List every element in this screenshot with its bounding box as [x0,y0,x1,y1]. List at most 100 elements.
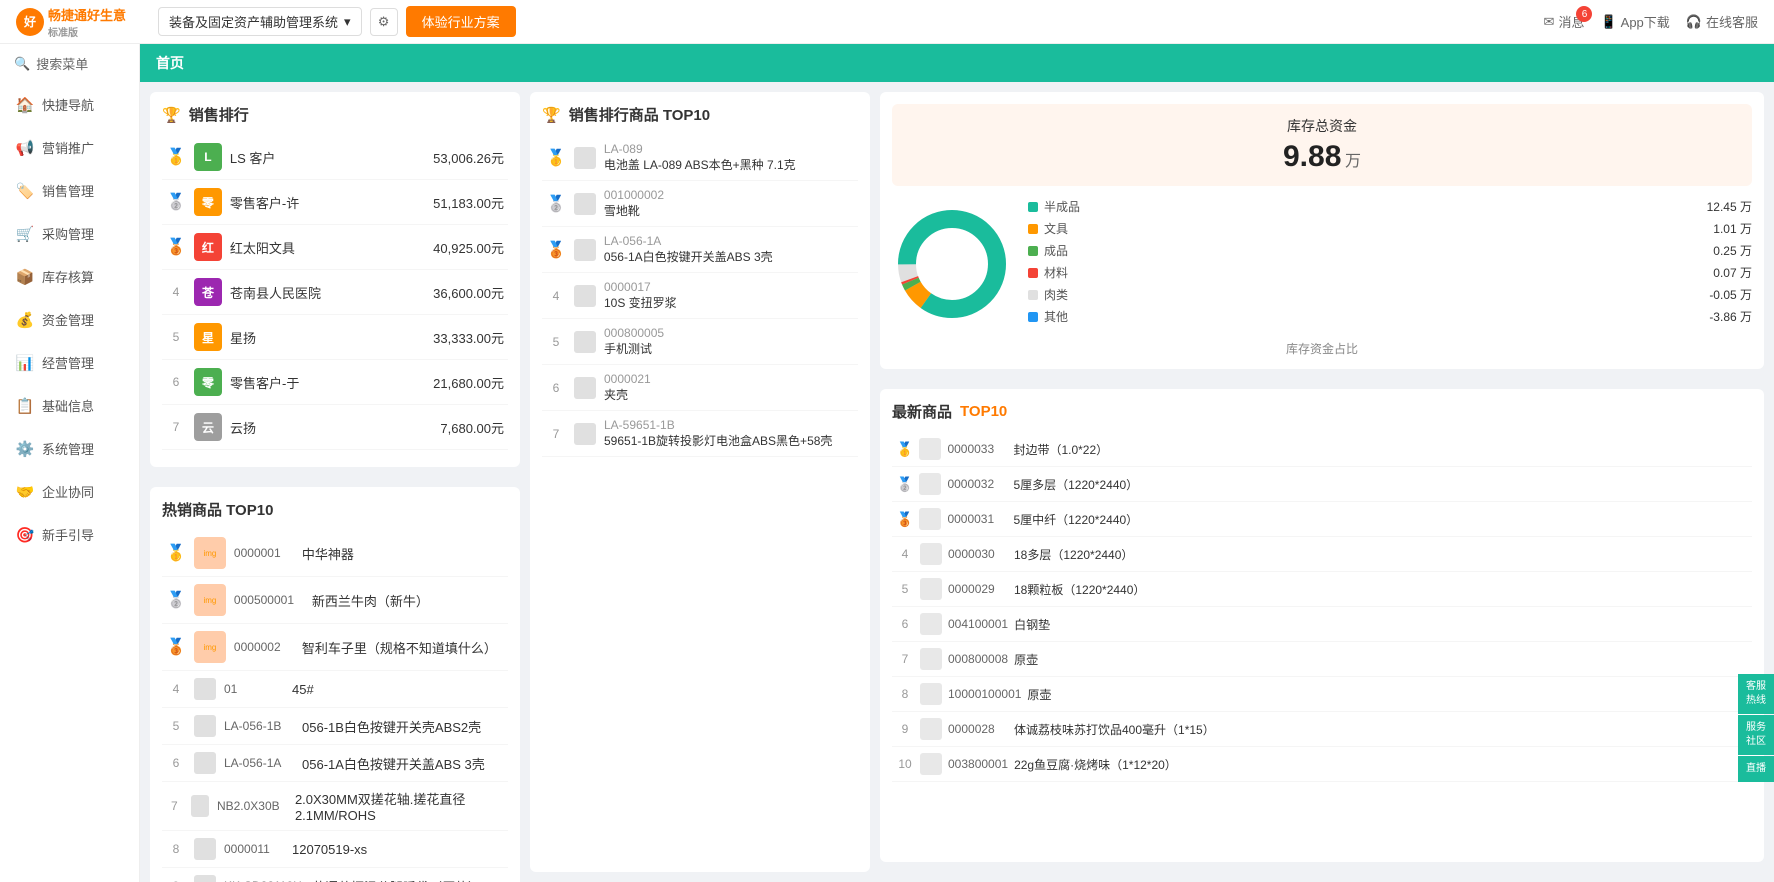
coop-icon: 🤝 [16,483,34,501]
latest-name-1: 封边带（1.0*22） [1013,441,1748,458]
trial-button[interactable]: 体验行业方案 [406,6,516,37]
float-service-btn[interactable]: 客服热线 [1738,674,1774,714]
medal-1: 🥇 [166,147,186,167]
main-layout: 🔍 搜索菜单 🏠 快捷导航 📢 营销推广 🏷️ 销售管理 🛒 采购管理 📦 库存… [0,44,1774,882]
hot-product-img-1: img [194,537,226,569]
latest-rank-5: 5 [896,582,914,596]
avatar-4: 苍 [194,278,222,306]
sidebar-item-operation[interactable]: 📊 经营管理 [0,341,139,384]
latest-name-4: 18多层（1220*2440） [1014,546,1748,563]
sold-img-1 [574,147,596,169]
avatar-5: 星 [194,323,222,351]
latest-item-2: 🥈 0000032 5厘多层（1220*2440） [892,467,1752,502]
sold-rank-4: 4 [546,289,566,303]
sold-products-card: 🏆 销售排行商品 TOP10 🥇 LA-089 电池盖 LA-089 ABS本色… [530,92,870,872]
rank-num-5: 5 [166,330,186,344]
avatar-3: 红 [194,233,222,261]
sidebar-item-purchase[interactable]: 🛒 采购管理 [0,212,139,255]
operation-icon: 📊 [16,354,34,372]
sidebar-item-sales[interactable]: 🏷️ 销售管理 [0,169,139,212]
sidebar-item-basic[interactable]: 📋 基础信息 [0,384,139,427]
customer-name-5: 星扬 [230,328,425,347]
inventory-icon: 📦 [16,268,34,286]
latest-code-2: 0000032 [947,477,1007,491]
latest-name-7: 原壶 [1014,651,1748,668]
rank-item-7: 7 云 云扬 7,680.00元 [162,405,508,450]
hot-rank-5: 5 [166,719,186,733]
legend-chengpin: 成品 0.25 万 [1028,242,1752,259]
legend-banchengpin: 半成品 12.45 万 [1028,198,1752,215]
float-community-btn[interactable]: 服务社区 [1738,715,1774,755]
sold-item-5: 5 000800005 手机测试 [542,319,858,365]
app-label: App下载 [1621,12,1670,31]
sold-img-5 [574,331,596,353]
hot-product-img-6 [194,752,216,774]
sidebar-item-finance[interactable]: 💰 资金管理 [0,298,139,341]
hot-products-scroll[interactable]: 🥇 img 0000001 中华神器 🥈 img [162,530,508,882]
hot-code-7: NB2.0X30B [217,799,287,813]
sold-name-4: 10S 变扭罗浆 [604,294,854,311]
hot-medal-3: 🥉 [166,637,186,657]
sidebar-item-coop[interactable]: 🤝 企业协同 [0,470,139,513]
search-nav[interactable]: 🔍 搜索菜单 [0,44,139,83]
stock-title-label: 库存总资金 [904,116,1740,136]
sold-img-7 [574,423,596,445]
sidebar-item-nav[interactable]: 🏠 快捷导航 [0,83,139,126]
latest-name-3: 5厘中纤（1220*2440） [1013,511,1748,528]
sold-name-1: 电池盖 LA-089 ABS本色+黑种 7.1克 [604,156,854,173]
rank-item-2: 🥈 零 零售客户-许 51,183.00元 [162,180,508,225]
hot-name-5: 056-1B白色按键开关壳ABS2壳 [302,717,481,736]
sidebar-item-sales-label: 销售管理 [42,181,94,200]
service-button[interactable]: 🎧 在线客服 [1686,12,1758,31]
latest-img-10 [920,753,942,775]
system-selector[interactable]: 装备及固定资产辅助管理系统 ▾ [158,7,362,36]
hot-product-2: 🥈 img 000500001 新西兰牛肉（新牛） [162,577,508,624]
hot-product-img-9 [194,875,216,882]
stock-value-row: 9.88 万 [904,140,1740,174]
latest-img-3 [919,508,941,530]
legend-value-4: 0.07 万 [1713,264,1752,281]
latest-item-10: 10 003800001 22g鱼豆腐·烧烤味（1*12*20） [892,747,1752,782]
latest-code-5: 0000029 [948,582,1008,596]
legend-cailiao: 材料 0.07 万 [1028,264,1752,281]
hot-rank-4: 4 [166,682,186,696]
customer-name-7: 云扬 [230,418,432,437]
sidebar-item-guide[interactable]: 🎯 新手引导 [0,513,139,556]
sidebar-item-nav-label: 快捷导航 [42,95,94,114]
content-body: 🏆 销售排行 🥇 L LS 客户 53,006.26元 🥈 零 [140,82,1774,882]
hot-medal-2: 🥈 [166,590,186,610]
sidebar-item-inventory[interactable]: 📦 库存核算 [0,255,139,298]
sold-img-6 [574,377,596,399]
settings-button[interactable]: ⚙ [370,8,398,36]
legend-dot-6 [1028,312,1038,322]
avatar-1: L [194,143,222,171]
float-buttons: 客服热线 服务社区 直播 [1738,674,1774,782]
sold-rank-5: 5 [546,335,566,349]
latest-code-10: 003800001 [948,757,1008,771]
message-button[interactable]: ✉ 消息 6 [1544,12,1585,31]
hot-product-img-3: img [194,631,226,663]
sidebar-item-marketing[interactable]: 📢 营销推广 [0,126,139,169]
trophy-icon-sold: 🏆 [542,106,561,124]
sold-code-7: LA-59651-1B [604,418,854,432]
float-live-btn[interactable]: 直播 [1738,756,1774,782]
sidebar-item-system[interactable]: ⚙️ 系统管理 [0,427,139,470]
latest-name-5: 18颗粒板（1220*2440） [1014,581,1748,598]
legend-value-3: 0.25 万 [1713,242,1752,259]
sales-icon: 🏷️ [16,182,34,200]
customer-amount-2: 51,183.00元 [433,193,504,212]
hot-code-8: 0000011 [224,842,284,856]
customer-scroll[interactable]: 🥇 L LS 客户 53,006.26元 🥈 零 零售客户-许 51,183.0… [162,135,508,455]
latest-img-9 [920,718,942,740]
logo-text: 畅捷通好生意 [48,5,126,24]
legend-label-4: 材料 [1044,264,1707,281]
latest-name-2: 5厘多层（1220*2440） [1013,476,1748,493]
hot-products-card: 热销商品 TOP10 🥇 img 0000001 中华神器 🥈 [150,487,520,882]
mobile-icon: 📱 [1600,14,1616,30]
sold-medal-2: 🥈 [546,194,566,214]
latest-rank-7: 7 [896,652,914,666]
rank-item-1: 🥇 L LS 客户 53,006.26元 [162,135,508,180]
latest-name-10: 22g鱼豆腐·烧烤味（1*12*20） [1014,756,1748,773]
legend-dot-1 [1028,202,1038,212]
app-download-button[interactable]: 📱 App下载 [1600,12,1669,31]
